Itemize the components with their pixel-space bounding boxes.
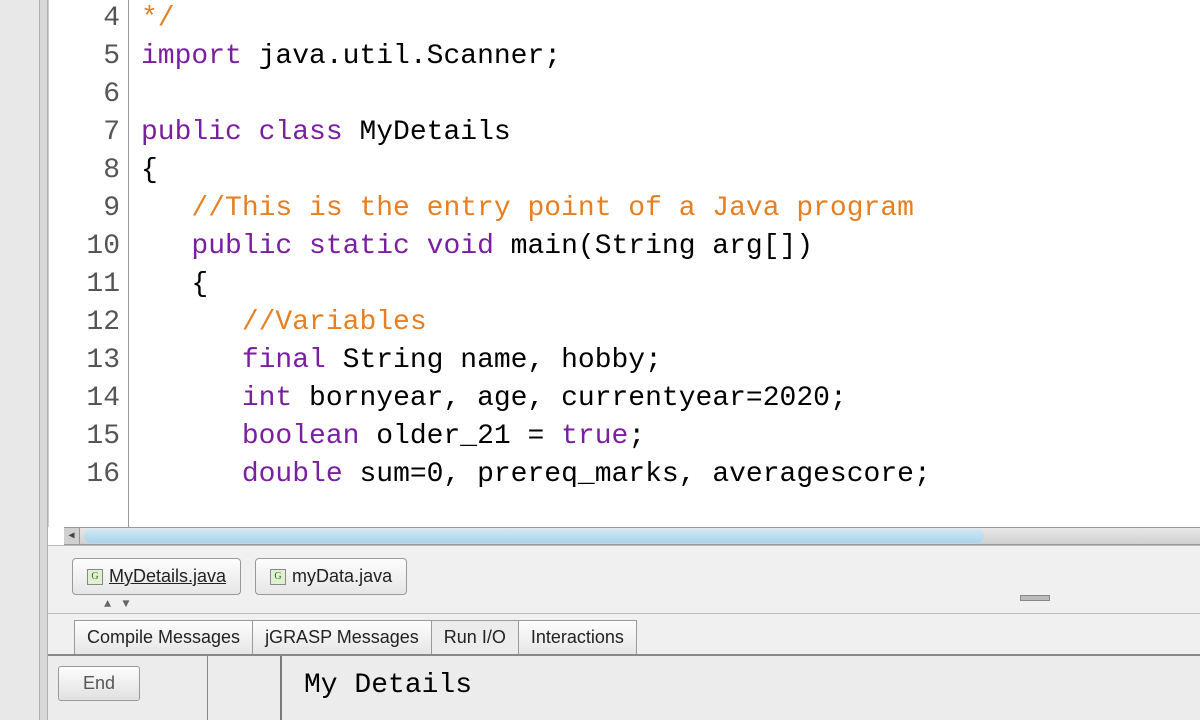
code-line[interactable]: */ — [141, 0, 1200, 38]
line-number-gutter: 45678910111213141516 — [49, 0, 129, 527]
file-tab-bar: G MyDetails.java GmyData.java — [48, 545, 1200, 595]
code-content[interactable]: */import java.util.Scanner; public class … — [129, 0, 1200, 527]
code-line[interactable]: public class MyDetails — [141, 114, 1200, 152]
line-number: 4 — [49, 0, 120, 38]
end-button[interactable]: End — [58, 666, 140, 701]
file-tab-label: myData.java — [292, 566, 392, 587]
code-editor[interactable]: 45678910111213141516 */import java.util.… — [48, 0, 1200, 527]
message-tab[interactable]: Run I/O — [431, 620, 519, 654]
run-io-panel: End My Details — [48, 656, 1200, 720]
run-controls: End — [48, 656, 208, 720]
code-line[interactable]: final String name, hobby; — [141, 342, 1200, 380]
file-tab[interactable]: GmyData.java — [255, 558, 407, 595]
left-margin — [0, 0, 48, 720]
message-tab-bar: Compile MessagesjGRASP MessagesRun I/OIn… — [48, 614, 1200, 656]
code-line[interactable]: double sum=0, prereq_marks, averagescore… — [141, 456, 1200, 494]
console-output[interactable]: My Details — [282, 656, 1200, 720]
tab-nav-arrows[interactable]: ▲ ▼ — [48, 595, 1200, 614]
file-tab-label: MyDetails.java — [109, 566, 226, 587]
line-number: 6 — [49, 76, 120, 114]
line-number: 10 — [49, 228, 120, 266]
line-number: 5 — [49, 38, 120, 76]
message-tab[interactable]: Interactions — [518, 620, 637, 654]
code-line[interactable] — [141, 76, 1200, 114]
code-line[interactable]: public static void main(String arg[]) — [141, 228, 1200, 266]
line-number: 12 — [49, 304, 120, 342]
scroll-left-arrow-icon[interactable]: ◀ — [64, 528, 80, 544]
line-number: 8 — [49, 152, 120, 190]
horizontal-scrollbar[interactable]: ◀ — [64, 527, 1200, 545]
code-line[interactable]: int bornyear, age, currentyear=2020; — [141, 380, 1200, 418]
line-number: 7 — [49, 114, 120, 152]
scrollbar-thumb[interactable] — [84, 529, 984, 543]
java-file-icon: G — [87, 569, 103, 585]
java-file-icon: G — [270, 569, 286, 585]
resize-grip-icon[interactable] — [1020, 595, 1050, 601]
code-line[interactable]: //This is the entry point of a Java prog… — [141, 190, 1200, 228]
code-line[interactable]: { — [141, 152, 1200, 190]
line-number: 11 — [49, 266, 120, 304]
code-line[interactable]: boolean older_21 = true; — [141, 418, 1200, 456]
line-number: 15 — [49, 418, 120, 456]
line-number: 16 — [49, 456, 120, 494]
line-number: 13 — [49, 342, 120, 380]
code-line[interactable]: { — [141, 266, 1200, 304]
code-line[interactable]: import java.util.Scanner; — [141, 38, 1200, 76]
message-tab[interactable]: Compile Messages — [74, 620, 253, 654]
file-tab[interactable]: G MyDetails.java — [72, 558, 241, 595]
line-number: 14 — [49, 380, 120, 418]
panel-divider — [208, 656, 282, 720]
code-line[interactable]: //Variables — [141, 304, 1200, 342]
line-number: 9 — [49, 190, 120, 228]
message-tab[interactable]: jGRASP Messages — [252, 620, 432, 654]
